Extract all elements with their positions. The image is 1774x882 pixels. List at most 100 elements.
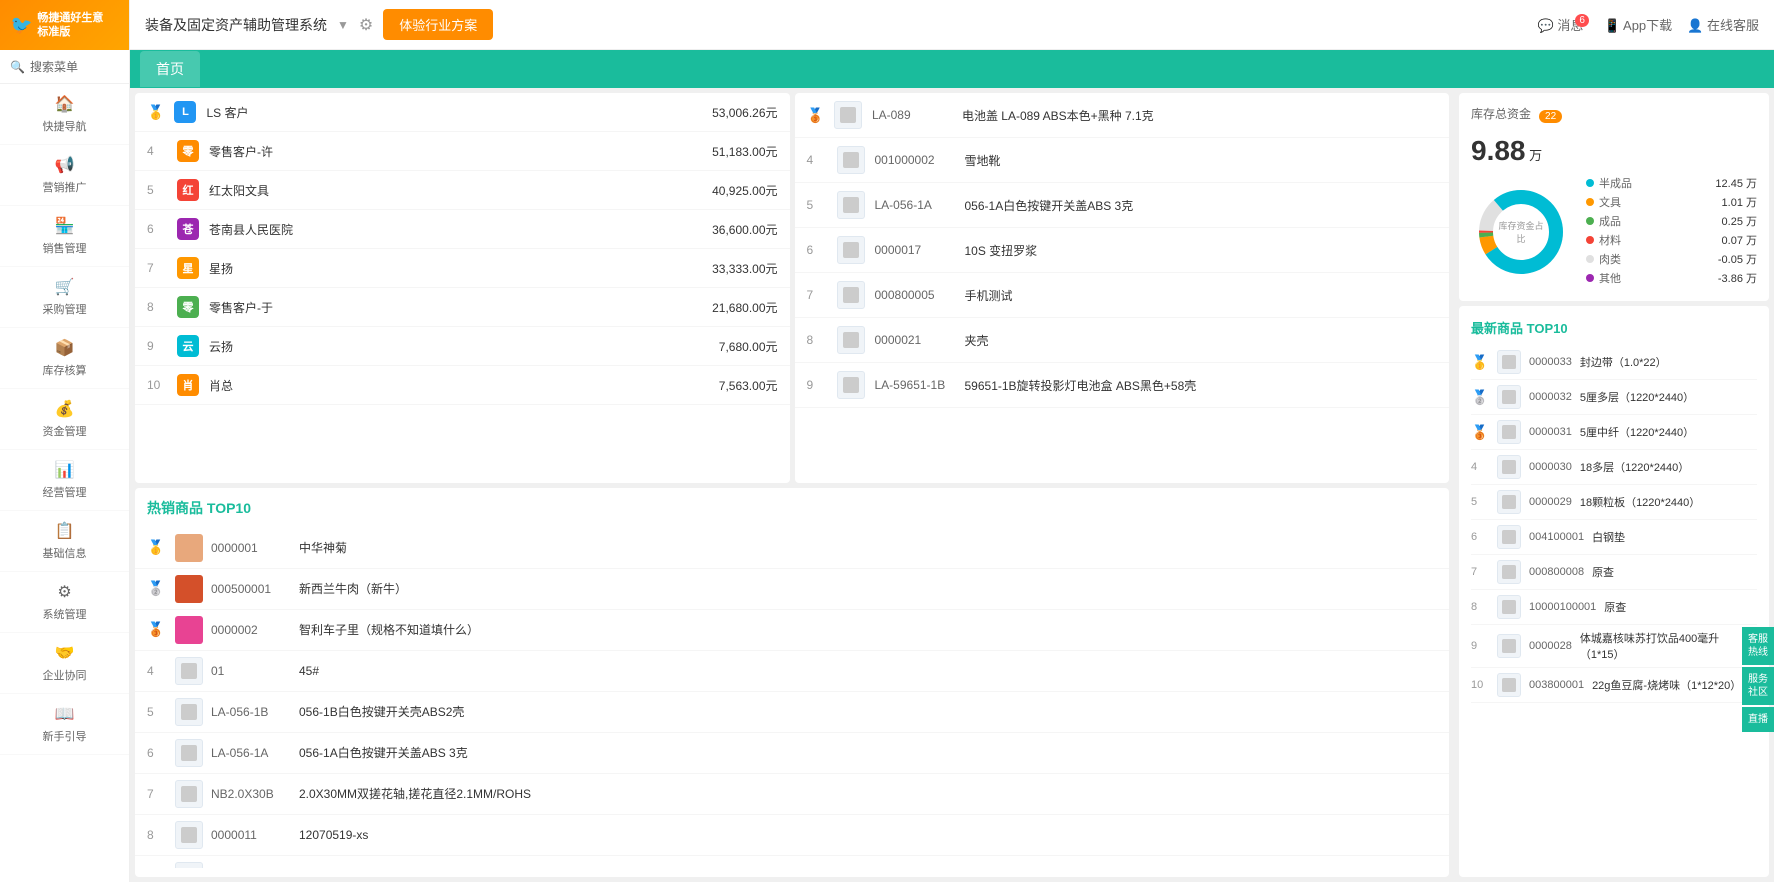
messages-link[interactable]: 💬 消息6 [1538, 15, 1589, 34]
system-icon: ⚙ [57, 582, 71, 602]
hot-products-panel: 热销商品 TOP10 🥇 0000001 中华神菊 🥈 000500001 新 [135, 488, 1449, 878]
product-image [1497, 525, 1521, 549]
sidebar-item-finance[interactable]: 💰 资金管理 [0, 389, 129, 450]
customers-panel: 🥇 L LS 客户 53,006.26元 4 零 零售客户-许 51,183.0… [135, 93, 790, 483]
sidebar-item-basic[interactable]: 📋 基础信息 [0, 511, 129, 572]
sidebar-item-operations[interactable]: 📊 经营管理 [0, 450, 129, 511]
product-name: 18颗粒板（1220*2440） [1580, 494, 1757, 510]
app-download-link[interactable]: 📱 App下载 [1604, 15, 1672, 34]
customer-amount: 21,680.00元 [712, 299, 777, 316]
tab-home[interactable]: 首页 [140, 51, 200, 87]
medal-icon: 🥉 [147, 621, 167, 638]
product-code: 0000017 [875, 243, 955, 257]
finance-icon: 💰 [55, 399, 75, 419]
product-image [1497, 455, 1521, 479]
product-image [837, 281, 865, 309]
rank-number: 7 [807, 288, 827, 302]
product-code: LA-056-1A [875, 198, 955, 212]
list-item: 8 0000011 12070519-xs [135, 815, 1449, 856]
medal-icon: 🥉 [807, 107, 824, 124]
rank-number: 10 [1471, 679, 1489, 691]
customer-service-button[interactable]: 客服热线 [1742, 627, 1774, 665]
product-image [1497, 560, 1521, 584]
product-code: 0000002 [211, 623, 291, 637]
rank-number: 5 [147, 183, 167, 197]
list-item: 🥉 0000031 5厘中纤（1220*2440） [1471, 415, 1757, 450]
product-image [1497, 595, 1521, 619]
product-code: LA-056-1B [211, 705, 291, 719]
table-row: 8 0000021 夹壳 [795, 318, 1450, 363]
table-row: 9 云 云扬 7,680.00元 [135, 327, 790, 366]
customer-badge: 肖 [177, 374, 199, 396]
sidebar-item-purchase[interactable]: 🛒 采购管理 [0, 267, 129, 328]
gear-icon[interactable]: ⚙ [359, 15, 373, 35]
rank-number: 8 [1471, 601, 1489, 613]
legend-item: 文具 1.01 万 [1586, 194, 1757, 210]
messages-badge: 6 [1575, 14, 1589, 27]
sidebar-item-quick-nav[interactable]: 🏠 快捷导航 [0, 84, 129, 145]
legend-item: 成品 0.25 万 [1586, 213, 1757, 229]
medal-icon: 🥉 [1471, 424, 1489, 441]
product-code: 000800005 [875, 288, 955, 302]
rank-number: 5 [1471, 496, 1489, 508]
product-image [1497, 634, 1521, 658]
legend-item: 材料 0.07 万 [1586, 232, 1757, 248]
legend-dot [1586, 236, 1594, 244]
rank-number: 6 [147, 222, 167, 236]
float-buttons: 客服热线 服务社区 直播 [1742, 627, 1774, 732]
sidebar-search[interactable]: 🔍 搜索菜单 [0, 50, 129, 84]
medal-icon: 🥇 [147, 539, 167, 556]
sidebar-item-enterprise[interactable]: 🤝 企业协同 [0, 633, 129, 694]
product-code: 10000100001 [1529, 601, 1596, 613]
hot-products-list: 🥇 0000001 中华神菊 🥈 000500001 新西兰牛肉（新牛） 🥉 [135, 528, 1449, 868]
donut-chart-area: 库存资金占比 半成品 12.45 万 文具 1.01 万 [1471, 175, 1757, 289]
service-community-button[interactable]: 服务社区 [1742, 667, 1774, 705]
product-code: 0000029 [1529, 496, 1572, 508]
online-service-link[interactable]: 👤 在线客服 [1687, 15, 1759, 34]
product-code: 0000032 [1529, 391, 1572, 403]
rank-number: 9 [147, 339, 167, 353]
list-item: 🥈 000500001 新西兰牛肉（新牛） [135, 569, 1449, 610]
customer-amount: 40,925.00元 [712, 182, 777, 199]
sidebar-item-inventory[interactable]: 📦 库存核算 [0, 328, 129, 389]
right-panel: 库存总资金 22 9.88 万 [1454, 88, 1774, 882]
sidebar-item-marketing[interactable]: 📢 营销推广 [0, 145, 129, 206]
trial-button[interactable]: 体验行业方案 [383, 9, 493, 40]
medal-icon: 🥇 [1471, 354, 1489, 371]
list-item: 🥈 0000032 5厘多层（1220*2440） [1471, 380, 1757, 415]
rank-number: 7 [1471, 566, 1489, 578]
product-image [175, 657, 203, 685]
legend-item: 其他 -3.86 万 [1586, 270, 1757, 286]
customer-amount: 33,333.00元 [712, 260, 777, 277]
list-item: 4 01 45# [135, 651, 1449, 692]
customer-name: 零售客户-许 [209, 143, 702, 160]
list-item: 5 LA-056-1B 056-1B白色按键开关壳ABS2壳 [135, 692, 1449, 733]
product-name: 体城嘉核味苏打饮品400毫升（1*15） [1580, 630, 1757, 662]
donut-center-label: 库存资金占比 [1496, 219, 1546, 245]
live-button[interactable]: 直播 [1742, 707, 1774, 732]
product-image [175, 534, 203, 562]
table-row: 9 LA-59651-1B 59651-1B旋转投影灯电池盒 ABS黑色+58壳 [795, 363, 1450, 408]
product-code: 0000033 [1529, 356, 1572, 368]
sidebar-item-guide[interactable]: 📖 新手引导 [0, 694, 129, 755]
product-name: 封边带（1.0*22） [1580, 354, 1757, 370]
product-name: 白钢垫 [1592, 529, 1757, 545]
product-image [837, 236, 865, 264]
product-code: LA-089 [872, 108, 952, 122]
marketing-icon: 📢 [55, 155, 75, 175]
product-name: 45# [299, 664, 1437, 678]
customer-badge: 云 [177, 335, 199, 357]
topbar-right: 💬 消息6 📱 App下载 👤 在线客服 [1538, 15, 1759, 34]
guide-icon: 📖 [55, 704, 75, 724]
product-image [175, 698, 203, 726]
product-name: 新西兰牛肉（新牛） [299, 580, 1437, 597]
product-name: 智利车子里（规格不知道填什么） [299, 621, 1437, 638]
dropdown-arrow-icon[interactable]: ▼ [337, 18, 349, 32]
sidebar-item-sales[interactable]: 🏪 销售管理 [0, 206, 129, 267]
new-products-card: 最新商品 TOP10 🥇 0000033 封边带（1.0*22） 🥈 [1459, 306, 1769, 877]
rank-number: 10 [147, 378, 167, 392]
purchase-icon: 🛒 [55, 277, 75, 297]
rank-number: 5 [147, 705, 167, 719]
sidebar-item-system[interactable]: ⚙ 系统管理 [0, 572, 129, 633]
customer-name: 肖总 [209, 377, 709, 394]
